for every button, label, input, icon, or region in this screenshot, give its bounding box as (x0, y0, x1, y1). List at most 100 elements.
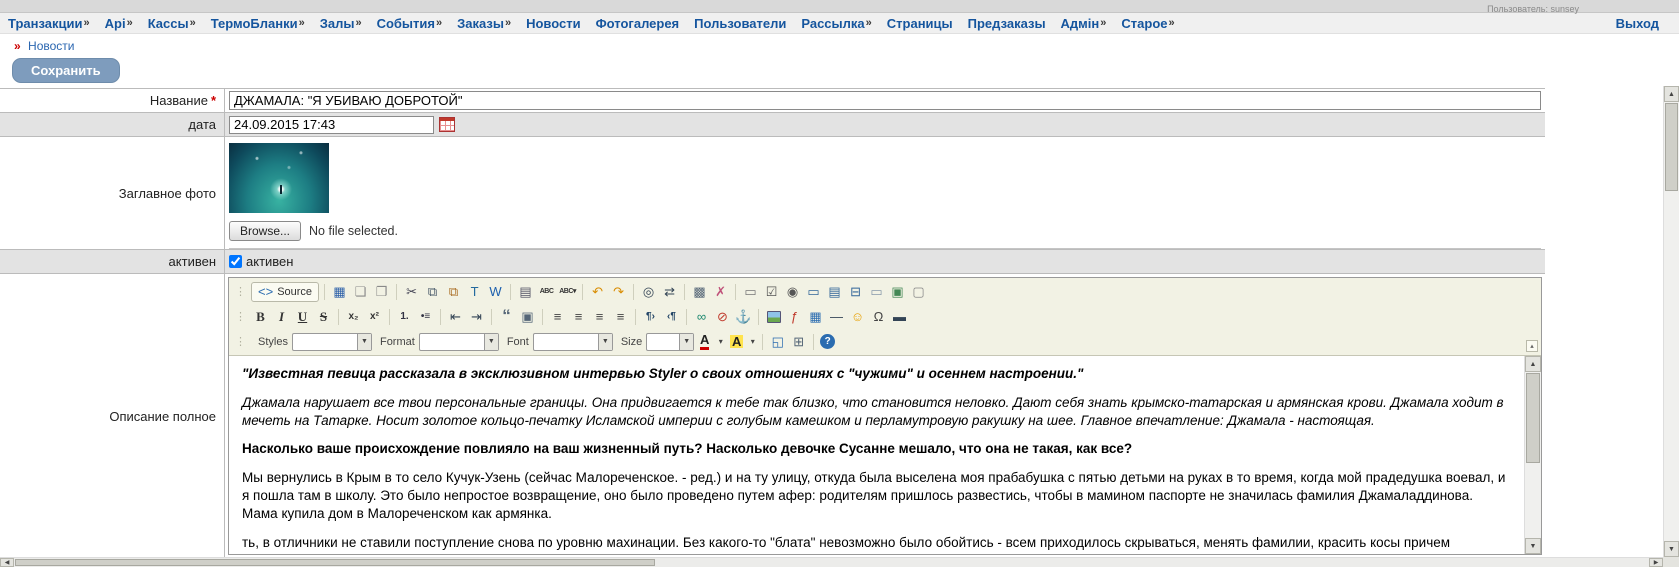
maximize-icon[interactable]: ◱ (768, 332, 787, 351)
radio-icon[interactable]: ◉ (783, 282, 802, 301)
nav-item-транзакции[interactable]: Транзакции» (8, 16, 90, 31)
scrollbar-track[interactable] (1664, 192, 1679, 541)
editor-content-area[interactable]: "Известная певица рассказала в эксклюзив… (229, 356, 1524, 554)
underline-icon[interactable]: U (293, 307, 312, 326)
select-all-icon[interactable]: ▩ (690, 282, 709, 301)
outdent-icon[interactable]: ⇤ (446, 307, 465, 326)
show-blocks-icon[interactable]: ⊞ (789, 332, 808, 351)
nav-item-страницы[interactable]: Страницы (887, 16, 953, 31)
page-horizontal-scrollbar[interactable]: ◀ ▶ (0, 557, 1663, 567)
breadcrumb-link-news[interactable]: Новости (28, 39, 74, 53)
bg-color-icon[interactable]: A (727, 332, 746, 351)
unlink-icon[interactable]: ⊘ (713, 307, 732, 326)
scrollbar-track[interactable] (656, 558, 1649, 567)
title-input[interactable] (229, 91, 1541, 110)
text-color-icon[interactable]: A (695, 332, 714, 351)
styles-combo[interactable]: ▼ (291, 332, 372, 351)
nav-item-рассылка[interactable]: Рассылка» (801, 16, 871, 31)
preview-icon[interactable]: ❐ (372, 282, 391, 301)
button-field-icon[interactable]: ▭ (867, 282, 886, 301)
scrollbar-thumb[interactable] (1665, 103, 1678, 191)
remove-format-icon[interactable]: ✗ (711, 282, 730, 301)
scrollbar-thumb[interactable] (1526, 373, 1540, 463)
print-icon[interactable]: ▤ (516, 282, 535, 301)
scrollbar-track[interactable] (1525, 464, 1541, 538)
nav-item-залы[interactable]: Залы» (320, 16, 362, 31)
paste-icon[interactable]: ⧉ (444, 282, 463, 301)
image-icon[interactable] (764, 307, 783, 326)
scroll-down-arrow-icon[interactable]: ▼ (1525, 538, 1541, 554)
nav-item-предзаказы[interactable]: Предзаказы (968, 16, 1046, 31)
scroll-left-arrow-icon[interactable]: ◀ (0, 558, 14, 567)
nav-item-api[interactable]: Api» (105, 16, 133, 31)
redo-icon[interactable]: ↷ (609, 282, 628, 301)
form-icon[interactable]: ▭ (741, 282, 760, 301)
font-combo[interactable]: ▼ (532, 332, 613, 351)
paste-word-icon[interactable]: W (486, 282, 505, 301)
text-field-icon[interactable]: ▭ (804, 282, 823, 301)
scroll-right-arrow-icon[interactable]: ▶ (1649, 558, 1663, 567)
spell-check-icon[interactable]: ABC (537, 282, 556, 301)
new-page-icon[interactable]: ❏ (351, 282, 370, 301)
bg-color-arrow-icon[interactable]: ▾ (748, 332, 757, 351)
format-combo[interactable]: ▼ (418, 332, 499, 351)
about-icon[interactable]: ? (820, 334, 836, 349)
checkbox-icon[interactable]: ☑ (762, 282, 781, 301)
subscript-icon[interactable]: x₂ (344, 307, 363, 326)
nav-item-фотогалерея[interactable]: Фотогалерея (596, 16, 680, 31)
page-vertical-scrollbar[interactable]: ▲ ▼ (1663, 86, 1679, 557)
bulleted-list-icon[interactable]: •≡ (416, 307, 435, 326)
italic-icon[interactable]: I (272, 307, 291, 326)
smiley-icon[interactable]: ☺ (848, 307, 867, 326)
horizontal-rule-icon[interactable]: — (827, 307, 846, 326)
link-icon[interactable]: ∞ (692, 307, 711, 326)
nav-item-адмін[interactable]: Адмін» (1061, 16, 1107, 31)
superscript-icon[interactable]: x² (365, 307, 384, 326)
editor-scrollbar[interactable]: ▲ ▼ (1524, 356, 1541, 554)
source-icon[interactable]: <> Source (251, 281, 320, 302)
align-center-icon[interactable]: ≡ (569, 307, 588, 326)
nav-item-старое[interactable]: Старое» (1121, 16, 1174, 31)
date-input[interactable] (229, 115, 434, 134)
bold-icon[interactable]: B (251, 307, 270, 326)
copy-icon[interactable]: ⧉ (423, 282, 442, 301)
save-icon[interactable]: ▦ (330, 282, 349, 301)
scroll-up-arrow-icon[interactable]: ▲ (1664, 86, 1679, 102)
scroll-down-arrow-icon[interactable]: ▼ (1664, 541, 1679, 557)
browse-button[interactable]: Browse... (229, 221, 302, 241)
find-icon[interactable]: ◎ (639, 282, 658, 301)
image-button-icon[interactable]: ▣ (888, 282, 907, 301)
textarea-icon[interactable]: ▤ (825, 282, 844, 301)
calendar-icon[interactable] (439, 117, 455, 132)
nav-item-кассы[interactable]: Кассы» (148, 16, 196, 31)
align-right-icon[interactable]: ≡ (590, 307, 609, 326)
scrollbar-thumb[interactable] (15, 559, 655, 566)
table-icon[interactable]: ▦ (806, 307, 825, 326)
size-combo[interactable]: ▼ (646, 332, 695, 351)
nav-item-пользователи[interactable]: Пользователи (694, 16, 786, 31)
special-char-icon[interactable]: Ω (869, 307, 888, 326)
replace-icon[interactable]: ⇄ (660, 282, 679, 301)
nav-item-термобланки[interactable]: ТермоБланки» (211, 16, 305, 31)
create-div-icon[interactable]: ▣ (518, 307, 537, 326)
bidi-rtl-icon[interactable]: ‹¶ (662, 307, 681, 326)
paste-text-icon[interactable]: T (465, 282, 484, 301)
align-justify-icon[interactable]: ≡ (611, 307, 630, 326)
scroll-up-arrow-icon[interactable]: ▲ (1525, 356, 1541, 372)
logout-link[interactable]: Выход (1616, 16, 1659, 31)
cut-icon[interactable]: ✂ (402, 282, 421, 301)
nav-item-события[interactable]: События» (377, 16, 443, 31)
scayt-icon[interactable]: ABC▾ (558, 282, 577, 301)
indent-icon[interactable]: ⇥ (467, 307, 486, 326)
nav-item-заказы[interactable]: Заказы» (457, 16, 511, 31)
text-color-arrow-icon[interactable]: ▾ (716, 332, 725, 351)
flash-icon[interactable]: ƒ (785, 307, 804, 326)
bidi-ltr-icon[interactable]: ¶› (641, 307, 660, 326)
anchor-icon[interactable]: ⚓ (734, 307, 753, 326)
save-button[interactable]: Сохранить (12, 58, 120, 83)
undo-icon[interactable]: ↶ (588, 282, 607, 301)
align-left-icon[interactable]: ≡ (548, 307, 567, 326)
active-checkbox[interactable] (229, 255, 242, 268)
nav-item-новости[interactable]: Новости (526, 16, 581, 31)
hidden-field-icon[interactable]: ▢ (909, 282, 928, 301)
